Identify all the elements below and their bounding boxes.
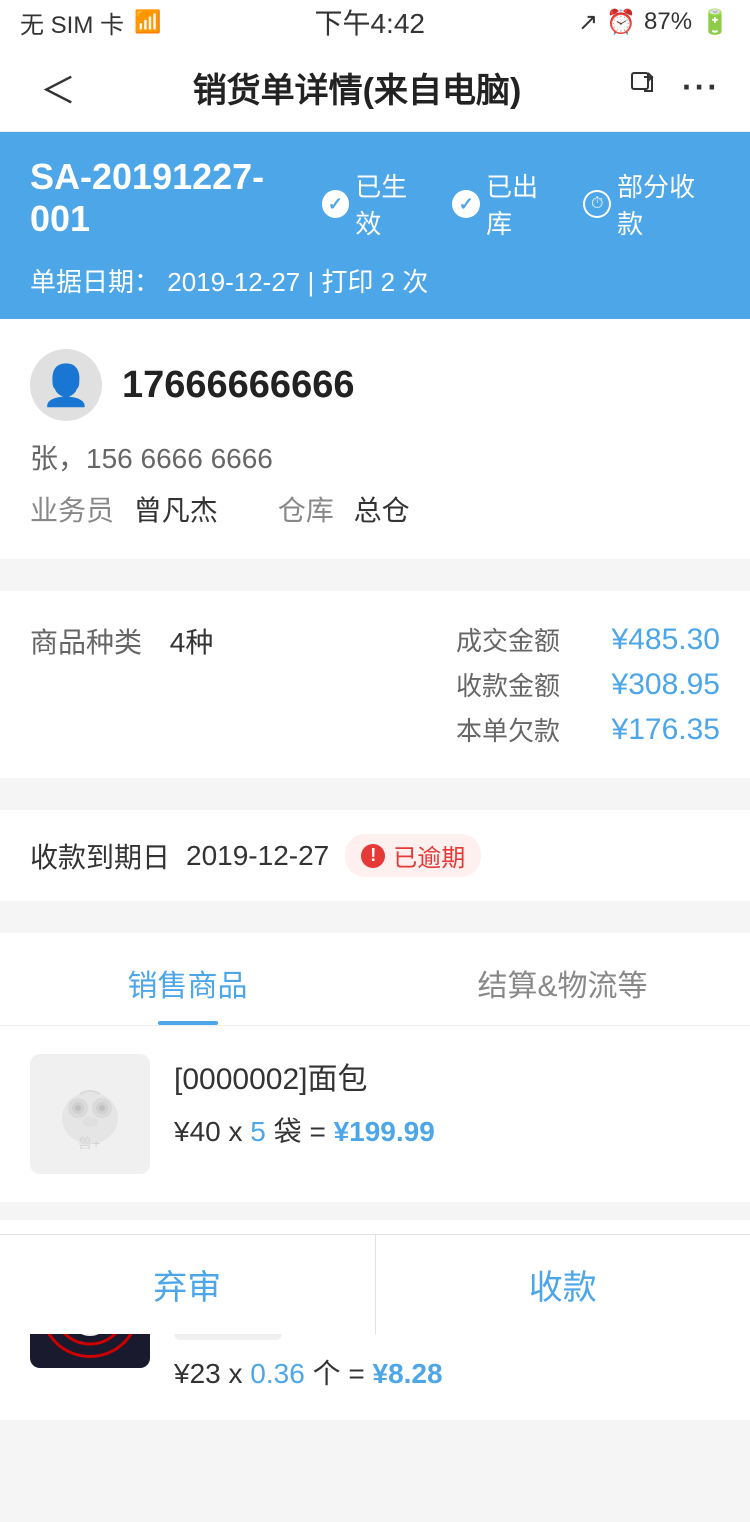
tab-sales-products[interactable]: 销售商品 xyxy=(0,933,375,1025)
product-price-2: ¥23 x 0.36 个 = ¥8.28 xyxy=(174,1352,720,1392)
carrier-text: 无 SIM 卡 xyxy=(20,5,124,40)
customer-section: 👤 17666666666 张，156 6666 6666 业务员 曾凡杰 仓库… xyxy=(0,319,750,559)
stats-row: 商品种类 4种 成交金额 ¥485.30 收款金额 ¥308.95 本单欠款 ¥… xyxy=(30,621,720,748)
status-partial: ⏱ 部分收款 xyxy=(583,167,720,241)
nav-bar: ＜ 销货单详情(来自电脑) ··· xyxy=(0,44,750,132)
divider-3 xyxy=(0,917,750,933)
nav-actions: ··· xyxy=(628,69,720,107)
bottom-spacer xyxy=(0,1422,750,1522)
due-section: 收款到期日 2019-12-27 ! 已逾期 xyxy=(0,810,750,901)
customer-phone: 17666666666 xyxy=(122,364,354,407)
avatar: 👤 xyxy=(30,349,102,421)
warehouse-info: 仓库 总仓 xyxy=(278,489,410,529)
overdue-icon: ! xyxy=(361,844,385,868)
svg-text:兽+: 兽+ xyxy=(78,1135,100,1151)
tabs-row: 销售商品 结算&物流等 xyxy=(0,933,750,1025)
more-icon[interactable]: ··· xyxy=(682,69,720,106)
product-thumbnail-1: 兽+ xyxy=(30,1054,150,1174)
customer-name-phone: 张，156 6666 6666 xyxy=(30,437,720,477)
cancel-button[interactable]: 弃审 xyxy=(0,1235,376,1334)
back-button[interactable]: ＜ xyxy=(30,52,86,124)
owl-icon: 兽+ xyxy=(50,1074,130,1154)
overdue-badge: ! 已逾期 xyxy=(345,834,481,877)
status-effective: ✓ 已生效 xyxy=(322,167,433,241)
person-icon: 👤 xyxy=(41,362,91,409)
product-info-1: [0000002]面包 ¥40 x 5 袋 = ¥199.99 xyxy=(174,1054,720,1150)
owed-row: 本单欠款 ¥176.35 xyxy=(456,711,720,748)
due-date: 2019-12-27 xyxy=(186,840,329,872)
item-divider xyxy=(0,1204,750,1220)
order-id: SA-20191227-001 xyxy=(30,156,322,240)
location-icon: ↗ xyxy=(578,8,598,37)
clock-icon: ⏱ xyxy=(583,190,611,218)
check-icon-2: ✓ xyxy=(452,190,480,218)
stats-left: 商品种类 4种 xyxy=(30,621,213,661)
header-block: SA-20191227-001 ✓ 已生效 ✓ 已出库 ⏱ 部分收款 单据日期：… xyxy=(0,132,750,319)
product-list: 兽+ [0000002]面包 ¥40 x 5 袋 = ¥199.99 xyxy=(0,1026,750,1420)
page-title: 销货单详情(来自电脑) xyxy=(193,63,522,112)
product-name-1: [0000002]面包 xyxy=(174,1054,720,1098)
status-out: ✓ 已出库 xyxy=(452,167,563,241)
category-item: 商品种类 4种 xyxy=(30,621,213,661)
status-time: 下午4:42 xyxy=(314,2,425,42)
tabs-section: 销售商品 结算&物流等 xyxy=(0,933,750,1026)
alarm-icon: ⏰ xyxy=(606,8,636,37)
status-right: ↗ ⏰ 87% 🔋 xyxy=(578,8,730,37)
status-bar: 无 SIM 卡 📶 下午4:42 ↗ ⏰ 87% 🔋 xyxy=(0,0,750,44)
battery-icon: 🔋 xyxy=(700,8,730,37)
table-row: 兽+ [0000002]面包 ¥40 x 5 袋 = ¥199.99 xyxy=(0,1026,750,1202)
status-left: 无 SIM 卡 📶 xyxy=(20,5,161,40)
divider-1 xyxy=(0,575,750,591)
customer-meta: 业务员 曾凡杰 仓库 总仓 xyxy=(30,489,720,529)
tab-underline xyxy=(158,1021,218,1025)
received-row: 收款金额 ¥308.95 xyxy=(456,666,720,703)
stats-section: 商品种类 4种 成交金额 ¥485.30 收款金额 ¥308.95 本单欠款 ¥… xyxy=(0,591,750,778)
check-icon-1: ✓ xyxy=(322,190,350,218)
salesperson-info: 业务员 曾凡杰 xyxy=(30,489,218,529)
order-date-info: 单据日期： 2019-12-27 | 打印 2 次 xyxy=(30,262,720,299)
divider-2 xyxy=(0,794,750,810)
customer-row: 👤 17666666666 xyxy=(30,349,720,421)
bottom-bar: 弃审 收款 xyxy=(0,1234,750,1334)
confirm-button[interactable]: 收款 xyxy=(376,1235,750,1334)
deal-amount-row: 成交金额 ¥485.30 xyxy=(456,621,720,658)
due-label: 收款到期日 xyxy=(30,836,170,876)
battery-text: 87% xyxy=(644,8,692,36)
product-price-1: ¥40 x 5 袋 = ¥199.99 xyxy=(174,1110,720,1150)
share-icon[interactable] xyxy=(628,69,658,107)
stats-right: 成交金额 ¥485.30 收款金额 ¥308.95 本单欠款 ¥176.35 xyxy=(456,621,720,748)
tab-settlement[interactable]: 结算&物流等 xyxy=(375,933,750,1025)
wifi-icon: 📶 xyxy=(134,9,161,35)
